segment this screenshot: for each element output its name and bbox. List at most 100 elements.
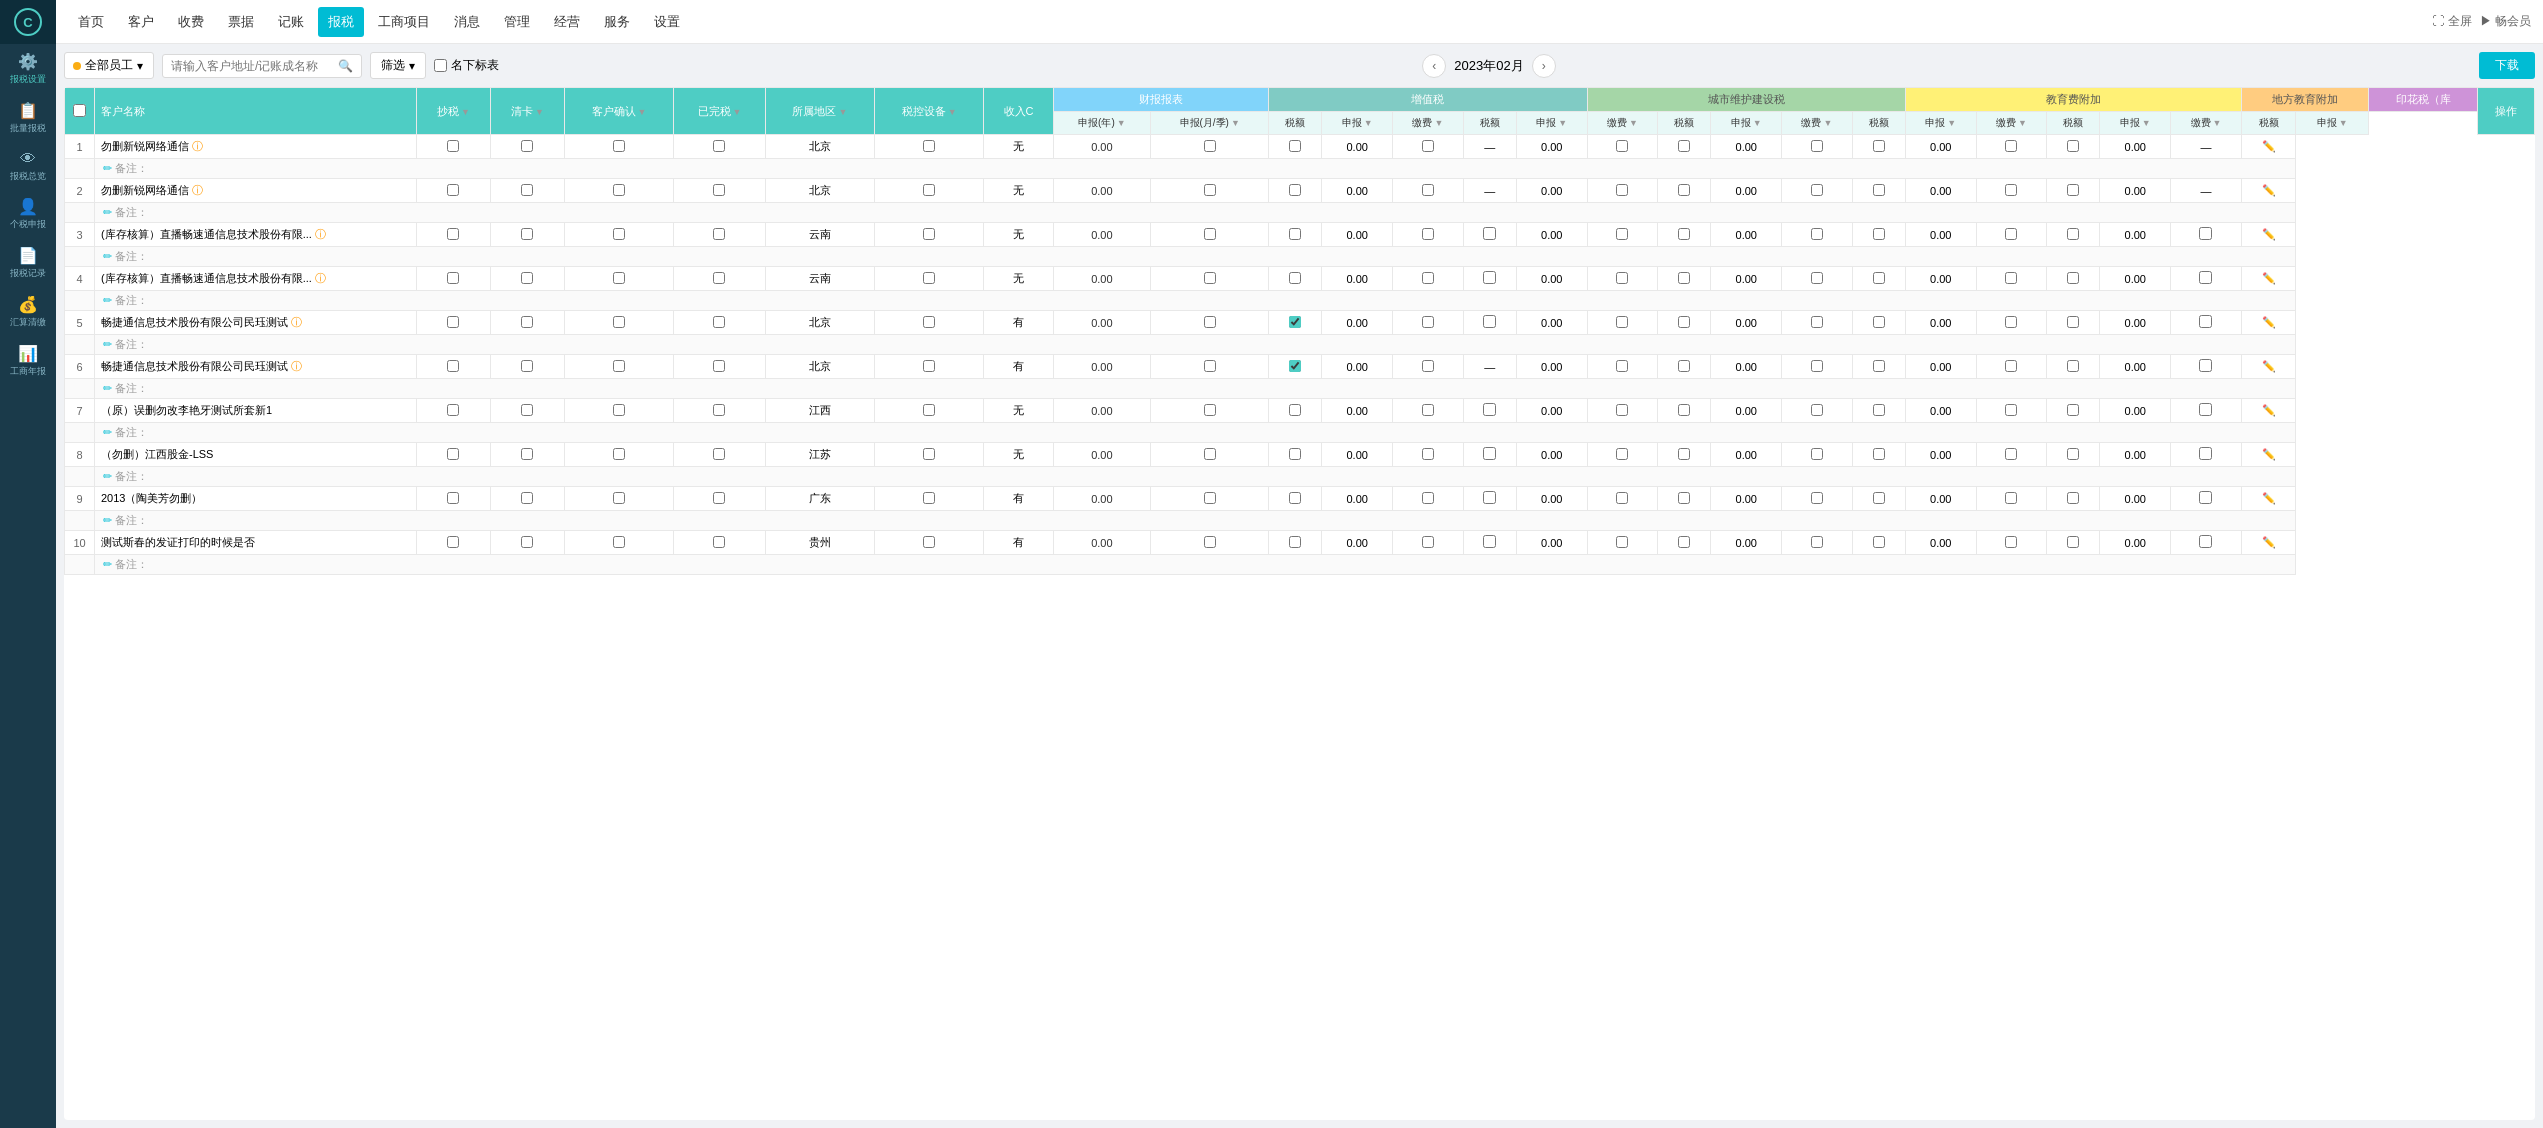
nav-settings[interactable]: 设置: [644, 7, 690, 37]
zz-shen: [1393, 355, 1464, 379]
income-cell: 无: [984, 443, 1053, 467]
tax-device-cell: [875, 531, 984, 555]
nav-industrial[interactable]: 工商项目: [368, 7, 440, 37]
row-num: 8: [65, 443, 95, 467]
caiwu-month-cell: [1269, 135, 1322, 159]
zz-shen: [1393, 179, 1464, 203]
region-cell: 北京: [765, 135, 874, 159]
zz-val: 0.00: [1322, 223, 1393, 247]
df-shen: [1976, 443, 2047, 467]
jy-jiao: [1852, 355, 1905, 379]
app-logo: C: [0, 0, 56, 44]
table-row: 2 勿删新锐网络通信 ⓘ 北京 无 0.00 0.00 — 0.00 0.00 …: [65, 179, 2535, 203]
table-row: 9 2013（陶美芳勿删） 广东 有 0.00 0.00 0.00 0.00 0…: [65, 487, 2535, 511]
sidebar-item-annual-report[interactable]: 📊 工商年报: [0, 336, 56, 385]
client-name: 2013（陶美芳勿删）: [95, 487, 417, 511]
th-jy-tax: 税额: [1852, 112, 1905, 135]
filter-button[interactable]: 筛选 ▾: [370, 52, 426, 79]
name-list-checkbox[interactable]: [434, 59, 447, 72]
fullscreen-btn[interactable]: ⛶ 全屏: [2432, 13, 2471, 30]
zz-val: 0.00: [1322, 443, 1393, 467]
df-jiao: [2047, 399, 2100, 423]
note-row: ✏ 备注：: [65, 379, 2535, 399]
yh-val: 0.00: [2100, 311, 2171, 335]
zz-val: 0.00: [1322, 179, 1393, 203]
sidebar-item-tax-records[interactable]: 📄 报税记录: [0, 238, 56, 287]
batch-tax-icon: 📋: [18, 101, 38, 120]
zz-jiao: —: [1463, 135, 1516, 159]
nav-records[interactable]: 记账: [268, 7, 314, 37]
zz-shen: [1393, 399, 1464, 423]
nav-invoice[interactable]: 票据: [218, 7, 264, 37]
zz-jiao: —: [1463, 179, 1516, 203]
region-cell: 广东: [765, 487, 874, 511]
sidebar-item-tax-view[interactable]: 👁 报税总览: [0, 142, 56, 190]
nav-service[interactable]: 服务: [594, 7, 640, 37]
jy-val: 0.00: [1711, 267, 1782, 291]
th-cs-jiao: 缴费▼: [1587, 112, 1658, 135]
jy-jiao: [1852, 267, 1905, 291]
tax-device-cell: [875, 487, 984, 511]
sidebar-item-tax-settings[interactable]: ⚙️ 报税设置: [0, 44, 56, 93]
sidebar-item-batch-tax[interactable]: 📋 批量报税: [0, 93, 56, 142]
sidebar-item-personal-tax[interactable]: 👤 个税申报: [0, 189, 56, 238]
jy-jiao: [1852, 179, 1905, 203]
caiwu-year-cell: [1151, 355, 1269, 379]
edit-cell[interactable]: ✏️: [2241, 179, 2296, 203]
download-button[interactable]: 下载: [2479, 52, 2535, 79]
copy-tax-cell: [416, 311, 490, 335]
jy-jiao: [1852, 311, 1905, 335]
jy-jiao: [1852, 399, 1905, 423]
name-list-label: 名下标表: [451, 57, 499, 74]
region-cell: 北京: [765, 355, 874, 379]
paid-cell: [674, 399, 766, 423]
cs-shen: [1587, 487, 1658, 511]
zz-jiao: [1463, 487, 1516, 511]
df-shen: [1976, 135, 2047, 159]
edit-cell[interactable]: ✏️: [2241, 487, 2296, 511]
edit-cell[interactable]: ✏️: [2241, 399, 2296, 423]
jy-jiao: [1852, 135, 1905, 159]
nav-management[interactable]: 管理: [494, 7, 540, 37]
clear-card-cell: [490, 135, 564, 159]
nav-messages[interactable]: 消息: [444, 7, 490, 37]
edit-cell[interactable]: ✏️: [2241, 355, 2296, 379]
name-list-checkbox-label[interactable]: 名下标表: [434, 57, 499, 74]
edit-cell[interactable]: ✏️: [2241, 531, 2296, 555]
nav-billing[interactable]: 收费: [168, 7, 214, 37]
region-cell: 贵州: [765, 531, 874, 555]
nav-operation[interactable]: 经营: [544, 7, 590, 37]
clear-card-cell: [490, 223, 564, 247]
nav-home[interactable]: 首页: [68, 7, 114, 37]
th-income: 收入C: [984, 88, 1053, 135]
member-btn[interactable]: ▶ 畅会员: [2480, 13, 2531, 30]
yh-shen: —: [2171, 179, 2242, 203]
sidebar-item-summary[interactable]: 💰 汇算清缴: [0, 287, 56, 336]
th-group-zengjia: 增值税: [1269, 88, 1587, 112]
caiwu-year-cell: [1151, 443, 1269, 467]
staff-dropdown-icon: ▾: [137, 59, 143, 73]
cs-shen: [1587, 443, 1658, 467]
zz-shen: [1393, 223, 1464, 247]
tax-device-cell: [875, 223, 984, 247]
row-num: 4: [65, 267, 95, 291]
edit-cell[interactable]: ✏️: [2241, 267, 2296, 291]
income-value: 0.00: [1053, 179, 1151, 203]
nav-tax[interactable]: 报税: [318, 7, 364, 37]
edit-cell[interactable]: ✏️: [2241, 223, 2296, 247]
prev-page-btn[interactable]: ‹: [1422, 54, 1446, 78]
cs-val: 0.00: [1516, 311, 1587, 335]
edit-cell[interactable]: ✏️: [2241, 443, 2296, 467]
th-df-tax: 税额: [2047, 112, 2100, 135]
edit-cell[interactable]: ✏️: [2241, 311, 2296, 335]
cs-jiao: [1658, 311, 1711, 335]
select-all-checkbox[interactable]: [73, 104, 86, 117]
zz-jiao: [1463, 399, 1516, 423]
edit-cell[interactable]: ✏️: [2241, 135, 2296, 159]
nav-client[interactable]: 客户: [118, 7, 164, 37]
search-icon[interactable]: 🔍: [338, 59, 353, 73]
search-input[interactable]: [171, 59, 338, 73]
income-cell: 无: [984, 135, 1053, 159]
next-page-btn[interactable]: ›: [1532, 54, 1556, 78]
staff-select[interactable]: 全部员工 ▾: [64, 52, 154, 79]
